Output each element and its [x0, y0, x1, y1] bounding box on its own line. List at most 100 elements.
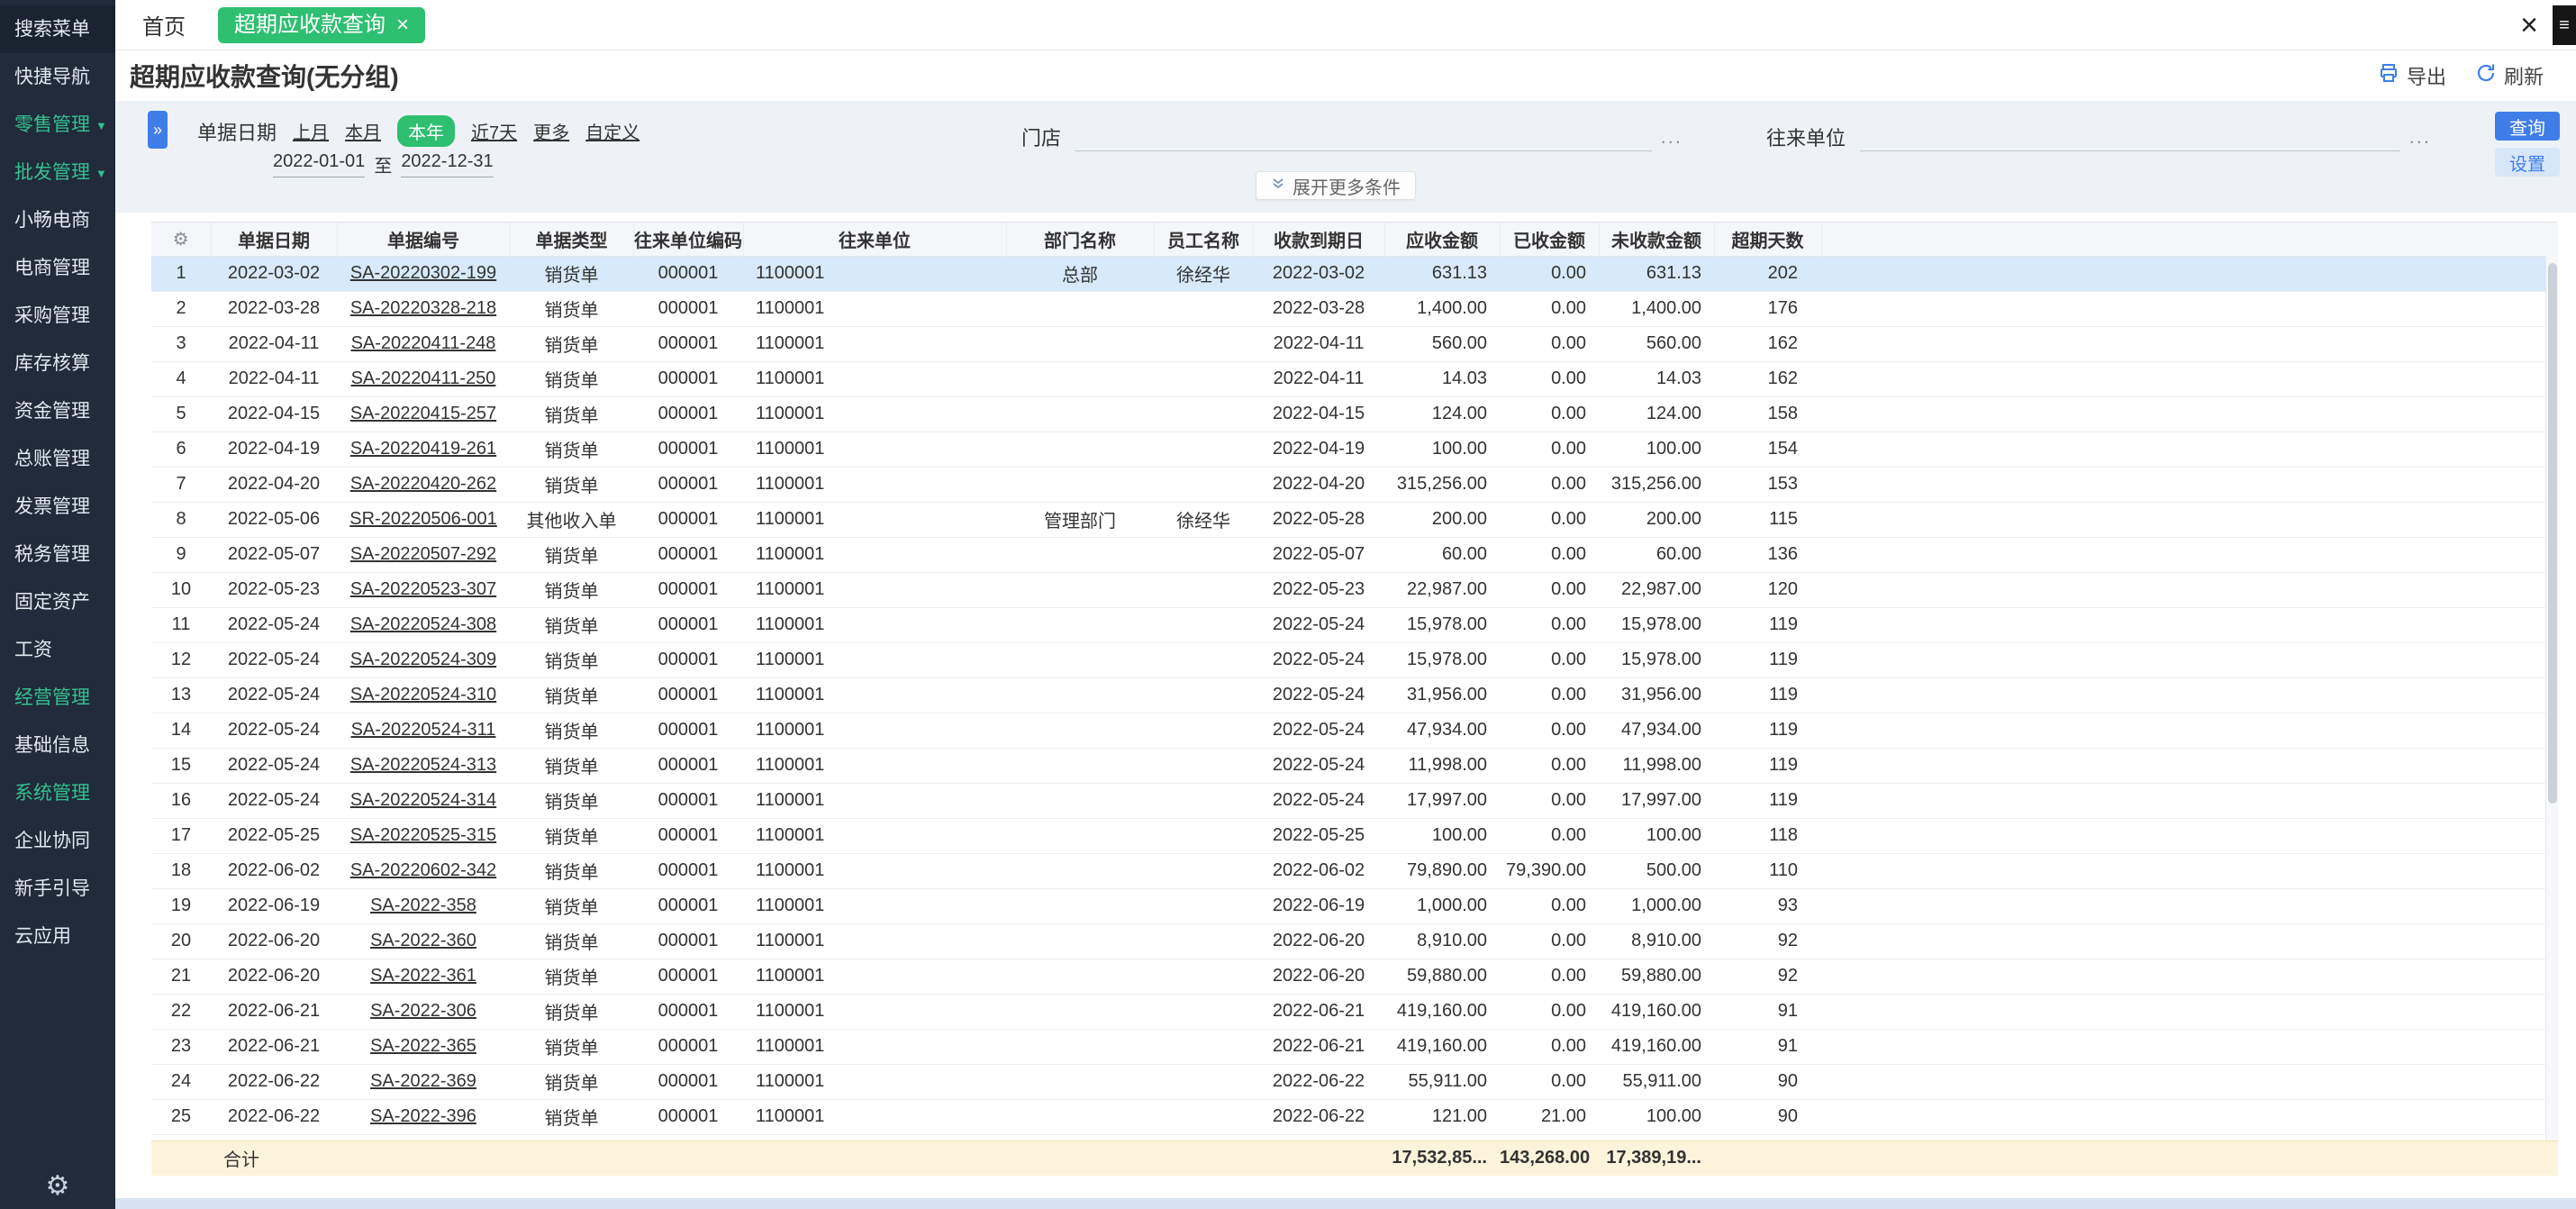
tab-close-icon[interactable]: ×: [396, 7, 409, 43]
quick-filter[interactable]: 本年: [397, 115, 456, 147]
export-button[interactable]: 导出: [2378, 61, 2446, 90]
sidebar-item-2[interactable]: 快捷导航: [0, 53, 115, 101]
document-link[interactable]: SA-20220524-311: [351, 720, 496, 740]
document-link[interactable]: SA-20220419-261: [350, 439, 496, 459]
table-row[interactable]: 8 2022-05-06 SR-20220506-001 其他收入单 000001 110…: [151, 502, 2558, 538]
expand-more-conditions-button[interactable]: 展开更多条件: [1256, 171, 1416, 200]
document-link[interactable]: SA-2022-365: [370, 1036, 476, 1056]
table-row[interactable]: 4 2022-04-11 SA-20220411-250 销货单 000001 11000…: [151, 361, 2558, 397]
table-row[interactable]: 15 2022-05-24 SA-20220524-313 销货单 000001 1100…: [151, 748, 2558, 784]
table-row[interactable]: 6 2022-04-19 SA-20220419-261 销货单 000001 11000…: [151, 432, 2558, 468]
table-row[interactable]: 22 2022-06-21 SA-2022-306 销货单 000001 1100001 2…: [151, 994, 2558, 1030]
menu-icon[interactable]: ≡: [2553, 5, 2576, 45]
column-header[interactable]: 单据编号: [337, 223, 511, 257]
sidebar-item-17[interactable]: 系统管理: [0, 769, 115, 817]
tab-home[interactable]: 首页: [142, 9, 186, 41]
table-row[interactable]: 13 2022-05-24 SA-20220524-310 销货单 000001 1100…: [151, 677, 2558, 714]
close-icon[interactable]: ×: [2520, 8, 2538, 43]
document-link[interactable]: SA-2022-306: [370, 1001, 476, 1021]
column-header[interactable]: 未收款金额: [1599, 223, 1715, 257]
table-row[interactable]: 262022-06-22SA-2022-397销货单00000111000012…: [151, 1134, 2558, 1141]
table-row[interactable]: 21 2022-06-20 SA-2022-361 销货单 000001 1100001 2…: [151, 959, 2558, 995]
quick-filter[interactable]: 近7天: [471, 118, 517, 144]
query-button[interactable]: 查询: [2495, 112, 2560, 141]
document-link[interactable]: SA-2022-361: [370, 966, 476, 986]
table-row[interactable]: 7 2022-04-20 SA-20220420-262 销货单 000001 11000…: [151, 467, 2558, 503]
store-picker-ellipsis[interactable]: ...: [1661, 125, 1683, 149]
column-header[interactable]: 收款到期日: [1253, 223, 1385, 257]
settings-gear-icon[interactable]: ⚙: [0, 1170, 115, 1202]
tab-overdue-receivables[interactable]: 超期应收款查询 ×: [218, 6, 426, 43]
sidebar-item-9[interactable]: 资金管理: [0, 387, 115, 435]
sidebar-item-19[interactable]: 新手引导: [0, 865, 115, 913]
column-header[interactable]: 往来单位编码: [633, 223, 744, 257]
table-row[interactable]: 3 2022-04-11 SA-20220411-248 销货单 000001 11000…: [151, 326, 2558, 362]
sidebar-item-20[interactable]: 云应用: [0, 913, 115, 960]
table-row[interactable]: 5 2022-04-15 SA-20220415-257 销货单 000001 11000…: [151, 396, 2558, 432]
document-link[interactable]: SA-20220507-292: [350, 544, 496, 564]
sidebar-item-11[interactable]: 发票管理: [0, 483, 115, 531]
column-header[interactable]: 员工名称: [1154, 223, 1254, 257]
sidebar-item-8[interactable]: 库存核算: [0, 340, 115, 387]
document-link[interactable]: SA-20220524-313: [350, 755, 496, 775]
table-row[interactable]: 12 2022-05-24 SA-20220524-309 销货单 000001 1100…: [151, 642, 2558, 678]
sidebar-item-1[interactable]: 搜索菜单: [0, 5, 115, 53]
sidebar-item-7[interactable]: 采购管理: [0, 292, 115, 340]
document-link[interactable]: SA-20220524-308: [350, 614, 496, 634]
document-link[interactable]: SA-20220524-314: [350, 790, 496, 810]
column-header[interactable]: 单据日期: [211, 223, 338, 257]
quick-filter[interactable]: 自定义: [585, 118, 639, 144]
table-row[interactable]: 23 2022-06-21 SA-2022-365 销货单 000001 1100001 2…: [151, 1029, 2558, 1065]
document-link[interactable]: SR-20220506-001: [349, 509, 496, 529]
sidebar-item-16[interactable]: 基础信息: [0, 722, 115, 769]
sidebar-item-3[interactable]: 零售管理 ▼: [0, 101, 115, 149]
document-link[interactable]: SA-2022-360: [370, 931, 476, 950]
document-link[interactable]: SA-20220525-315: [350, 825, 496, 845]
date-from-input[interactable]: 2022-01-01: [273, 151, 366, 177]
sidebar-item-6[interactable]: 电商管理: [0, 244, 115, 292]
quick-filter[interactable]: 本月: [345, 118, 381, 144]
document-link[interactable]: SA-2022-369: [370, 1071, 476, 1091]
column-header[interactable]: 往来单位: [743, 223, 1007, 257]
column-header[interactable]: 已收金额: [1500, 223, 1600, 257]
date-to-input[interactable]: 2022-12-31: [401, 151, 494, 177]
store-input[interactable]: ...: [1075, 124, 1681, 151]
table-row[interactable]: 10 2022-05-23 SA-20220523-307 销货单 000001 1100…: [151, 572, 2558, 608]
partner-picker-ellipsis[interactable]: ...: [2409, 125, 2431, 149]
sidebar-item-10[interactable]: 总账管理: [0, 435, 115, 483]
settings-button[interactable]: 设置: [2495, 148, 2560, 177]
sidebar-item-14[interactable]: 工资: [0, 626, 115, 674]
document-link[interactable]: SA-2022-358: [370, 895, 476, 915]
table-row[interactable]: 17 2022-05-25 SA-20220525-315 销货单 000001 1100…: [151, 818, 2558, 854]
document-link[interactable]: SA-20220411-248: [351, 333, 496, 353]
table-row[interactable]: 2 2022-03-28 SA-20220328-218 销货单 000001 11000…: [151, 291, 2558, 327]
quick-filter[interactable]: 更多: [533, 118, 569, 144]
document-link[interactable]: SA-20220523-307: [350, 579, 496, 599]
document-link[interactable]: SA-20220524-310: [350, 685, 496, 704]
document-link[interactable]: SA-20220328-218: [350, 298, 496, 318]
table-row[interactable]: 19 2022-06-19 SA-2022-358 销货单 000001 1100001 2…: [151, 888, 2558, 924]
vertical-scrollbar[interactable]: [2545, 256, 2558, 1141]
column-header[interactable]: 部门名称: [1006, 223, 1155, 257]
scrollbar-thumb[interactable]: [2548, 263, 2557, 804]
document-link[interactable]: SA-2022-396: [370, 1106, 476, 1126]
document-link[interactable]: SA-20220524-309: [350, 650, 496, 669]
table-row[interactable]: 25 2022-06-22 SA-2022-396 销货单 000001 1100001 2…: [151, 1099, 2558, 1135]
sidebar-item-4[interactable]: 批发管理 ▼: [0, 149, 115, 196]
table-row[interactable]: 18 2022-06-02 SA-20220602-342 销货单 000001 1100…: [151, 853, 2558, 889]
sidebar-item-15[interactable]: 经营管理: [0, 674, 115, 722]
partner-input[interactable]: ...: [1860, 124, 2429, 151]
table-row[interactable]: 11 2022-05-24 SA-20220524-308 销货单 000001 1100…: [151, 607, 2558, 643]
quick-filter[interactable]: 上月: [293, 118, 329, 144]
table-row[interactable]: 20 2022-06-20 SA-2022-360 销货单 000001 1100001 2…: [151, 923, 2558, 959]
table-row[interactable]: 14 2022-05-24 SA-20220524-311 销货单 000001 1100…: [151, 713, 2558, 749]
refresh-button[interactable]: 刷新: [2475, 61, 2544, 90]
column-header[interactable]: 超期天数: [1714, 223, 1822, 257]
column-settings-gear-icon[interactable]: ⚙: [151, 223, 212, 257]
document-link[interactable]: SA-20220411-250: [351, 368, 496, 388]
sidebar-item-13[interactable]: 固定资产: [0, 578, 115, 626]
sidebar-item-5[interactable]: 小畅电商: [0, 196, 115, 244]
sidebar-item-18[interactable]: 企业协同: [0, 817, 115, 865]
document-link[interactable]: SA-20220415-257: [350, 404, 496, 423]
sidebar-item-12[interactable]: 税务管理: [0, 531, 115, 578]
